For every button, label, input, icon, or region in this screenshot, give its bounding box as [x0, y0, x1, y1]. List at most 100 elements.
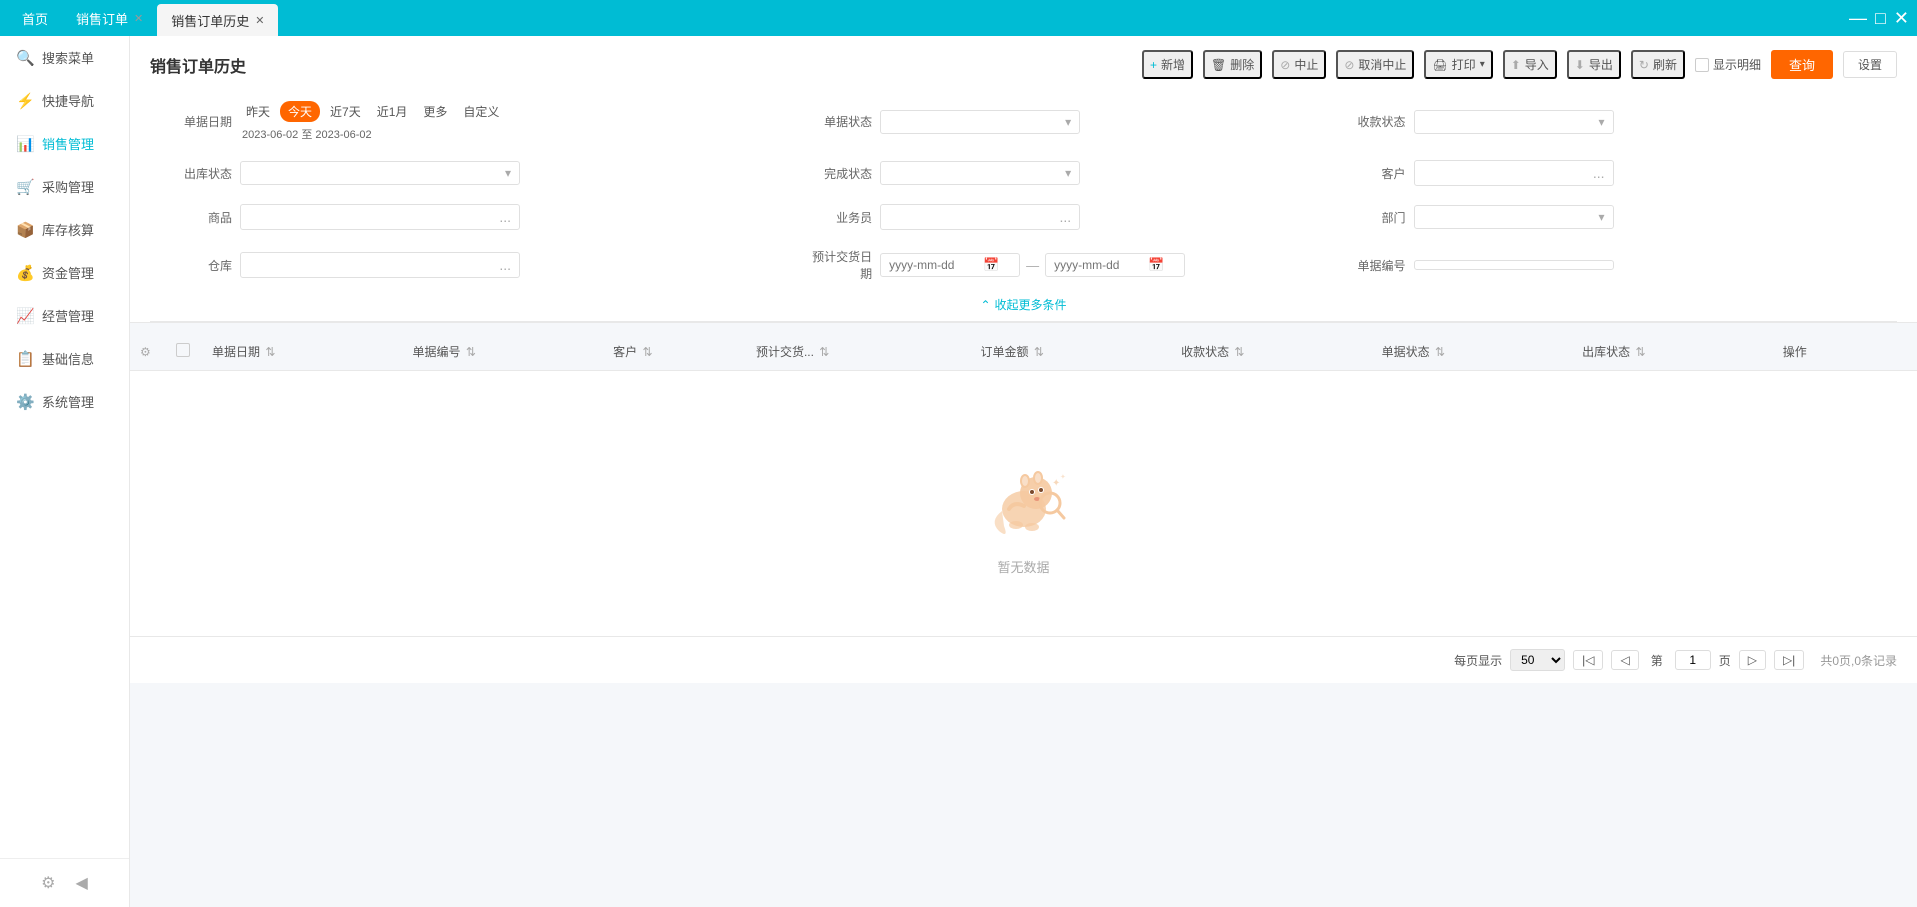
sidebar-item-system[interactable]: ⚙️ 系统管理 — [0, 380, 129, 423]
export-icon: ⬇ — [1575, 58, 1585, 72]
expected-date-start-wrap[interactable]: 📅 — [880, 253, 1020, 277]
date-btn-custom[interactable]: 自定义 — [457, 101, 505, 122]
tab-sales-history-close[interactable]: ✕ — [255, 14, 264, 27]
tab-sales-order-close[interactable]: ✕ — [134, 12, 143, 25]
goods-input[interactable]: ... — [240, 204, 520, 230]
page-unit: 页 — [1719, 652, 1731, 669]
receipt-status-arrow: ▾ — [1599, 115, 1605, 129]
bill-no-input[interactable] — [1414, 260, 1614, 270]
date-btn-1month[interactable]: 近1月 — [371, 101, 414, 122]
filter-row-1: 单据日期 昨天 今天 近7天 近1月 更多 自定义 2023-06-02 至 2… — [150, 93, 1897, 142]
sidebar-item-search[interactable]: 🔍 搜索菜单 — [0, 36, 129, 79]
page-title-row: 销售订单历史 + 新增 🗑 删除 ⊘ 中止 ⊘ — [150, 50, 1897, 79]
calendar-start-icon[interactable]: 📅 — [983, 257, 999, 273]
quicknav-icon: ⚡ — [16, 92, 34, 110]
sort-receipt-icon[interactable]: ⇅ — [1234, 345, 1244, 359]
first-page-button[interactable]: |◁ — [1573, 650, 1603, 670]
customer-input[interactable]: ... — [1414, 160, 1614, 186]
collapse-up-icon: ⌃ — [980, 298, 990, 312]
table-gear-icon[interactable]: ⚙ — [140, 345, 151, 359]
page-size-select[interactable]: 50 10 20 100 — [1510, 649, 1565, 671]
sidebar-item-finance[interactable]: 💰 资金管理 — [0, 251, 129, 294]
empty-illustration: ✦ ✦ — [974, 451, 1074, 541]
out-status-label: 出库状态 — [170, 165, 240, 182]
sidebar-collapse-icon[interactable]: ◀ — [76, 873, 88, 893]
sidebar-item-sales[interactable]: 📊 销售管理 — [0, 122, 129, 165]
sidebar-settings-icon[interactable]: ⚙ — [41, 873, 55, 893]
sort-customer-icon[interactable]: ⇅ — [642, 345, 652, 359]
date-btn-more[interactable]: 更多 — [417, 101, 453, 122]
prev-page-button[interactable]: ◁ — [1611, 650, 1638, 670]
th-checkbox[interactable] — [166, 333, 202, 371]
refresh-button[interactable]: ↻ 刷新 — [1631, 50, 1685, 79]
last-page-button[interactable]: ▷| — [1774, 650, 1804, 670]
sidebar-item-purchase[interactable]: 🛒 采购管理 — [0, 165, 129, 208]
sort-date-icon[interactable]: ⇅ — [265, 345, 275, 359]
out-status-select[interactable]: ▾ — [240, 161, 520, 185]
customer-label: 客户 — [1344, 165, 1414, 182]
delete-button[interactable]: 🗑 删除 — [1203, 50, 1262, 79]
minimize-icon[interactable]: — — [1849, 8, 1867, 29]
sort-billno-icon[interactable]: ⇅ — [466, 345, 476, 359]
window-close-icon[interactable]: ✕ — [1894, 8, 1909, 29]
receipt-status-select[interactable]: ▾ — [1414, 110, 1614, 134]
complete-status-select[interactable]: ▾ — [880, 161, 1080, 185]
cancel-stop-button[interactable]: ⊘ 取消中止 — [1336, 50, 1414, 79]
expected-date-end[interactable] — [1054, 258, 1144, 272]
add-button[interactable]: + 新增 — [1142, 50, 1193, 79]
stop-button[interactable]: ⊘ 中止 — [1272, 50, 1326, 79]
date-btn-yesterday[interactable]: 昨天 — [240, 101, 276, 122]
cancel-stop-icon: ⊘ — [1344, 58, 1354, 72]
sidebar-item-quicknav[interactable]: ⚡ 快捷导航 — [0, 79, 129, 122]
collapse-label[interactable]: 收起更多条件 — [995, 296, 1067, 313]
out-status-arrow: ▾ — [505, 166, 511, 180]
date-btn-7days[interactable]: 近7天 — [324, 101, 367, 122]
dept-select[interactable]: ▾ — [1414, 205, 1614, 229]
date-btn-today[interactable]: 今天 — [280, 101, 320, 122]
expected-date-start[interactable] — [889, 258, 979, 272]
calendar-end-icon[interactable]: 📅 — [1148, 257, 1164, 273]
settings-button[interactable]: 设置 — [1843, 51, 1897, 78]
filter-row-3: 商品 ... 业务员 ... 部门 — [150, 196, 1897, 230]
maximize-icon[interactable]: □ — [1875, 8, 1886, 29]
page-label: 第 — [1651, 652, 1663, 669]
date-label: 单据日期 — [170, 113, 240, 130]
display-detail-checkbox[interactable]: 显示明细 — [1695, 56, 1761, 73]
warehouse-input[interactable]: ... — [240, 252, 520, 278]
next-page-button[interactable]: ▷ — [1739, 650, 1766, 670]
import-button[interactable]: ⬆ 导入 — [1503, 50, 1557, 79]
th-bill-no: 单据编号 ⇅ — [403, 333, 604, 371]
sidebar-item-business[interactable]: 📈 经营管理 — [0, 294, 129, 337]
bill-status-select[interactable]: ▾ — [880, 110, 1080, 134]
purchase-icon: 🛒 — [16, 178, 34, 196]
query-button[interactable]: 查询 — [1771, 50, 1833, 79]
print-button[interactable]: 🖨 打印 ▾ — [1424, 50, 1492, 79]
detail-cb[interactable] — [1695, 58, 1709, 72]
select-all-checkbox[interactable] — [176, 343, 190, 357]
sort-expected-icon[interactable]: ⇅ — [819, 345, 829, 359]
tab-sales-order-label: 销售订单 — [76, 9, 128, 28]
customer-dots[interactable]: ... — [1593, 165, 1605, 181]
goods-dots[interactable]: ... — [499, 209, 511, 225]
salesman-input[interactable]: ... — [880, 204, 1080, 230]
page-number-input[interactable] — [1675, 650, 1711, 670]
tab-sales-order[interactable]: 销售订单 ✕ — [62, 0, 157, 36]
salesman-dots[interactable]: ... — [1059, 209, 1071, 225]
export-button[interactable]: ⬇ 导出 — [1567, 50, 1621, 79]
tab-home[interactable]: 首页 — [8, 0, 62, 36]
tab-sales-history[interactable]: 销售订单历史 ✕ — [157, 4, 278, 36]
sidebar-item-inventory[interactable]: 📦 库存核算 — [0, 208, 129, 251]
warehouse-dots[interactable]: ... — [499, 257, 511, 273]
sort-out-icon[interactable]: ⇅ — [1636, 345, 1646, 359]
sort-bill-icon[interactable]: ⇅ — [1435, 345, 1445, 359]
sort-amount-icon[interactable]: ⇅ — [1034, 345, 1044, 359]
svg-text:✦: ✦ — [1060, 473, 1066, 481]
collapse-row[interactable]: ⌃ 收起更多条件 — [150, 292, 1897, 321]
expected-date-end-wrap[interactable]: 📅 — [1045, 253, 1185, 277]
sidebar-item-base[interactable]: 📋 基础信息 — [0, 337, 129, 380]
filter-salesman-section: 业务员 ... — [810, 204, 1343, 230]
sidebar: 🔍 搜索菜单 ⚡ 快捷导航 📊 销售管理 🛒 采购管理 📦 库存核算 💰 资金管… — [0, 36, 130, 907]
complete-status-label: 完成状态 — [810, 165, 880, 182]
bill-status-label: 单据状态 — [810, 113, 880, 130]
th-settings[interactable]: ⚙ — [130, 333, 166, 371]
